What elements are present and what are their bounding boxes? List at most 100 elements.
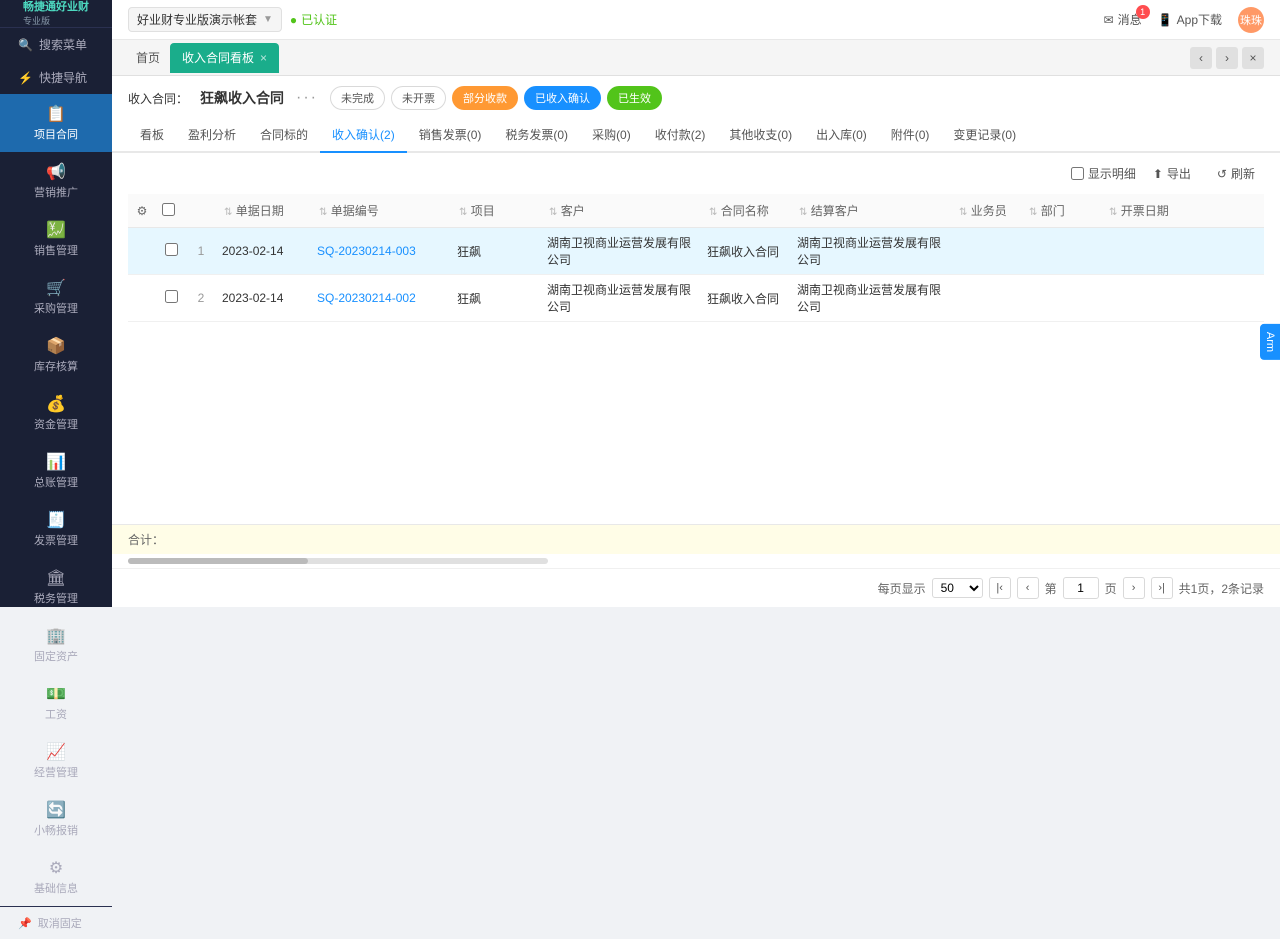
app-logo: 畅捷通好业财 专业版 bbox=[0, 0, 112, 28]
sidebar-label-purchase: 采购管理 bbox=[34, 300, 78, 316]
date-column-header[interactable]: ⇅ 单据日期 bbox=[216, 194, 311, 228]
staff-column-header[interactable]: ⇅ 业务员 bbox=[951, 194, 1021, 228]
export-label: 导出 bbox=[1167, 165, 1191, 182]
sidebar-item-payroll[interactable]: 💵 工资 bbox=[0, 674, 112, 732]
contract-column-header[interactable]: ⇅ 合同名称 bbox=[701, 194, 791, 228]
row2-checkbox[interactable] bbox=[165, 290, 178, 303]
horizontal-scrollbar[interactable] bbox=[128, 558, 548, 564]
settle-column-header[interactable]: ⇅ 结算客户 bbox=[791, 194, 951, 228]
marketing-icon: 📢 bbox=[46, 162, 66, 182]
export-button[interactable]: ⬆ 导出 bbox=[1144, 161, 1200, 186]
row2-no: SQ-20230214-002 bbox=[311, 275, 451, 322]
row1-billdate bbox=[1101, 228, 1264, 275]
sales-icon: 💹 bbox=[46, 220, 66, 240]
sidebar-label-inventory: 库存核算 bbox=[34, 358, 78, 374]
home-tab[interactable]: 首页 bbox=[128, 49, 168, 66]
page-label-suffix: 页 bbox=[1105, 580, 1117, 597]
sidebar-item-sales[interactable]: 💹 销售管理 bbox=[0, 210, 112, 268]
tab-board[interactable]: 看板 bbox=[128, 118, 176, 153]
contract-title: 狂飙收入合同 bbox=[200, 88, 284, 108]
sidebar-unpin-button[interactable]: 📌 取消固定 bbox=[0, 907, 112, 939]
next-page-button[interactable]: › bbox=[1123, 577, 1145, 599]
row2-customer: 湖南卫视商业运营发展有限公司 bbox=[541, 275, 701, 322]
tab-revenue-confirm[interactable]: 收入确认(2) bbox=[320, 118, 407, 153]
tab-inout-stock[interactable]: 出入库(0) bbox=[804, 118, 879, 153]
per-page-select[interactable]: 20 50 100 200 bbox=[932, 578, 983, 598]
select-all-checkbox[interactable] bbox=[162, 203, 175, 216]
customer-column-header[interactable]: ⇅ 客户 bbox=[541, 194, 701, 228]
status-effective-button[interactable]: 已生效 bbox=[607, 86, 662, 110]
last-page-button[interactable]: ›| bbox=[1151, 577, 1173, 599]
tab-other-income[interactable]: 其他收支(0) bbox=[717, 118, 804, 153]
refresh-button[interactable]: ↺ 刷新 bbox=[1208, 161, 1264, 186]
sidebar-item-project[interactable]: 📋 项目合同 bbox=[0, 94, 112, 152]
sidebar-item-ledger[interactable]: 📊 总账管理 bbox=[0, 442, 112, 500]
app-download-button[interactable]: 📱 App下载 bbox=[1158, 11, 1222, 28]
sidebar-item-search[interactable]: 🔍 搜索菜单 bbox=[0, 28, 112, 61]
tab-close-button[interactable]: × bbox=[1242, 47, 1264, 69]
sidebar-item-assets[interactable]: 🏢 固定资产 bbox=[0, 616, 112, 674]
status-partial-payment-button[interactable]: 部分收款 bbox=[452, 86, 518, 110]
row2-date: 2023-02-14 bbox=[216, 275, 311, 322]
status-confirmed-button[interactable]: 已收入确认 bbox=[524, 86, 601, 110]
show-detail-checkbox-label: 显示明细 bbox=[1071, 165, 1136, 182]
settings-column-header[interactable]: ⚙ bbox=[128, 194, 156, 228]
sidebar-item-purchase[interactable]: 🛒 采购管理 bbox=[0, 268, 112, 326]
sidebar-item-basicinfo[interactable]: ⚙ 基础信息 bbox=[0, 848, 112, 906]
message-button[interactable]: ✉ 1 消息 bbox=[1104, 11, 1142, 28]
purchase-icon: 🛒 bbox=[46, 278, 66, 298]
show-detail-checkbox[interactable] bbox=[1071, 167, 1084, 180]
table-row[interactable]: 2 2023-02-14 SQ-20230214-002 狂飙 湖南卫视商业运营… bbox=[128, 275, 1264, 322]
sidebar-label-quicknav: 快捷导航 bbox=[39, 69, 87, 86]
tab-sales-invoice[interactable]: 销售发票(0) bbox=[407, 118, 494, 153]
more-options-button[interactable]: ··· bbox=[296, 89, 318, 107]
company-selector[interactable]: 好业财专业版演示帐套 ▼ bbox=[128, 7, 282, 32]
sidebar-item-mgmt[interactable]: 📈 经营管理 bbox=[0, 732, 112, 790]
sidebar-item-tax[interactable]: 🏛 税务管理 bbox=[0, 558, 112, 616]
topbar: 好业财专业版演示帐套 ▼ 已认证 ✉ 1 消息 📱 App下载 珠珠 bbox=[112, 0, 1280, 40]
sidebar-item-funds[interactable]: 💰 资金管理 bbox=[0, 384, 112, 442]
scrollbar-thumb[interactable] bbox=[128, 558, 308, 564]
pin-icon: 📌 bbox=[18, 917, 32, 930]
row2-settle: 湖南卫视商业运营发展有限公司 bbox=[791, 275, 951, 322]
row1-no-link[interactable]: SQ-20230214-003 bbox=[317, 244, 416, 258]
sidebar-item-expense[interactable]: 🔄 小畅报销 bbox=[0, 790, 112, 848]
user-avatar[interactable]: 珠珠 bbox=[1238, 7, 1264, 33]
tab-next-button[interactable]: › bbox=[1216, 47, 1238, 69]
status-uninvoiced-button[interactable]: 未开票 bbox=[391, 86, 446, 110]
billdate-column-header[interactable]: ⇅ 开票日期 bbox=[1101, 194, 1264, 228]
row2-dept bbox=[1021, 275, 1101, 322]
topbar-left: 好业财专业版演示帐套 ▼ 已认证 bbox=[128, 7, 337, 32]
sidebar-label-sales: 销售管理 bbox=[34, 242, 78, 258]
right-quick-action[interactable]: Arm bbox=[1260, 323, 1280, 359]
dept-column-header[interactable]: ⇅ 部门 bbox=[1021, 194, 1101, 228]
first-page-button[interactable]: |‹ bbox=[989, 577, 1011, 599]
status-incomplete-button[interactable]: 未完成 bbox=[330, 86, 385, 110]
row1-dept bbox=[1021, 228, 1101, 275]
prev-page-button[interactable]: ‹ bbox=[1017, 577, 1039, 599]
active-tab[interactable]: 收入合同看板 × bbox=[170, 43, 279, 73]
table-row[interactable]: 1 2023-02-14 SQ-20230214-003 狂飙 湖南卫视商业运营… bbox=[128, 228, 1264, 275]
download-icon: 📱 bbox=[1158, 13, 1173, 27]
row1-checkbox[interactable] bbox=[165, 243, 178, 256]
page-number-input[interactable] bbox=[1063, 577, 1099, 599]
sidebar-item-invoice[interactable]: 🧾 发票管理 bbox=[0, 500, 112, 558]
tab-tax-invoice[interactable]: 税务发票(0) bbox=[493, 118, 580, 153]
tab-change-records[interactable]: 变更记录(0) bbox=[941, 118, 1028, 153]
tab-purchase[interactable]: 采购(0) bbox=[580, 118, 643, 153]
sidebar-item-quicknav[interactable]: ⚡ 快捷导航 bbox=[0, 61, 112, 94]
row2-no-link[interactable]: SQ-20230214-002 bbox=[317, 291, 416, 305]
refresh-icon: ↺ bbox=[1217, 167, 1227, 181]
tab-prev-button[interactable]: ‹ bbox=[1190, 47, 1212, 69]
project-column-header[interactable]: ⇅ 项目 bbox=[451, 194, 541, 228]
sidebar-item-marketing[interactable]: 📢 营销推广 bbox=[0, 152, 112, 210]
tab-attachments[interactable]: 附件(0) bbox=[879, 118, 942, 153]
sidebar-item-inventory[interactable]: 📦 库存核算 bbox=[0, 326, 112, 384]
tab-payment[interactable]: 收付款(2) bbox=[643, 118, 718, 153]
close-tab-button[interactable]: × bbox=[260, 51, 267, 65]
no-column-header[interactable]: ⇅ 单据编号 bbox=[311, 194, 451, 228]
tab-profit[interactable]: 盈利分析 bbox=[176, 118, 248, 153]
row1-project: 狂飙 bbox=[451, 228, 541, 275]
tab-contract-items[interactable]: 合同标的 bbox=[248, 118, 320, 153]
contract-title-row: 收入合同： 狂飙收入合同 ··· 未完成 未开票 部分收款 已收入确认 已生效 bbox=[128, 86, 1264, 110]
